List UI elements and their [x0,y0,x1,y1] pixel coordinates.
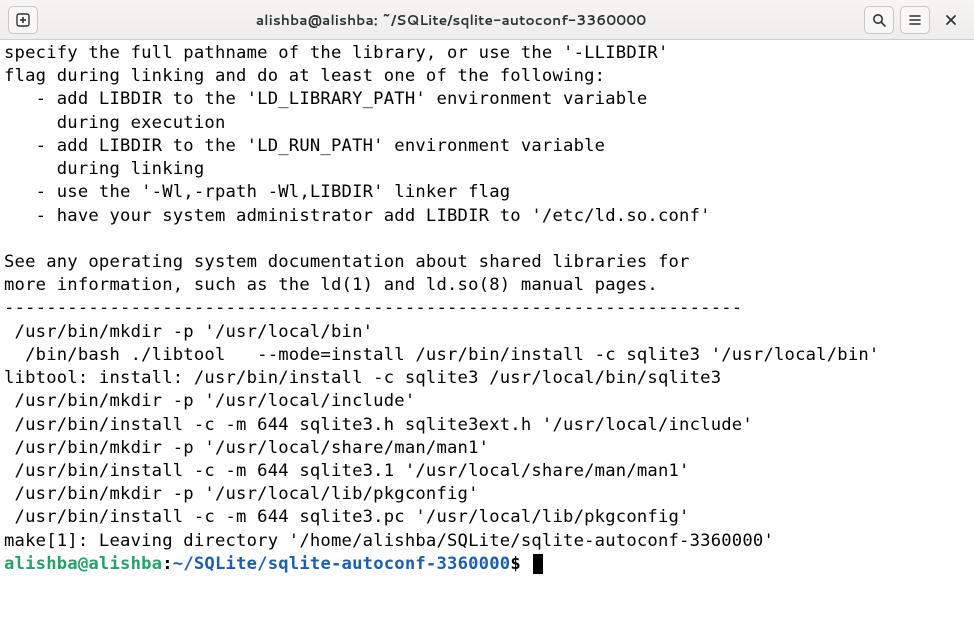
new-tab-button[interactable] [8,6,38,34]
hamburger-icon [907,12,923,28]
close-icon [944,13,958,27]
terminal-line: - use the '-Wl,-rpath -Wl,LIBDIR' linker… [4,182,510,202]
close-button[interactable] [936,6,966,34]
terminal-line: make[1]: Leaving directory '/home/alishb… [4,531,774,551]
terminal-line: See any operating system documentation a… [4,252,690,272]
terminal-line: ----------------------------------------… [4,298,742,318]
terminal-line: libtool: install: /usr/bin/install -c sq… [4,368,721,388]
terminal-line: more information, such as the ld(1) and … [4,275,658,295]
search-icon [871,12,887,28]
new-tab-icon [15,12,31,28]
terminal-line: - add LIBDIR to the 'LD_RUN_PATH' enviro… [4,136,605,156]
terminal-line: /usr/bin/mkdir -p '/usr/local/include' [4,391,415,411]
terminal-line: during execution [4,113,226,133]
search-button[interactable] [864,6,894,34]
terminal-line: /bin/bash ./libtool --mode=install /usr/… [4,345,879,365]
titlebar-right-controls [864,6,966,34]
prompt-user-host: alishba@alishba [4,554,162,574]
terminal-line: specify the full pathname of the library… [4,43,669,63]
terminal-line: /usr/bin/install -c -m 644 sqlite3.pc '/… [4,507,690,527]
terminal-line: - add LIBDIR to the 'LD_LIBRARY_PATH' en… [4,89,647,109]
terminal-line: during linking [4,159,204,179]
terminal-content[interactable]: specify the full pathname of the library… [0,40,974,578]
terminal-line: /usr/bin/install -c -m 644 sqlite3.h sql… [4,415,753,435]
terminal-line: /usr/bin/mkdir -p '/usr/local/lib/pkgcon… [4,484,479,504]
terminal-line: /usr/bin/mkdir -p '/usr/local/bin' [4,322,373,342]
window-titlebar: alishba@alishba: ~/SQLite/sqlite-autocon… [0,0,974,40]
terminal-line: /usr/bin/mkdir -p '/usr/local/share/man/… [4,438,489,458]
prompt-colon: : [162,554,173,574]
menu-button[interactable] [900,6,930,34]
terminal-cursor [533,554,543,574]
terminal-line: /usr/bin/install -c -m 644 sqlite3.1 '/u… [4,461,690,481]
prompt-sigil: $ [510,554,521,574]
terminal-line: flag during linking and do at least one … [4,66,605,86]
window-title: alishba@alishba: ~/SQLite/sqlite-autocon… [44,10,858,30]
terminal-line: - have your system administrator add LIB… [4,206,711,226]
prompt-path: ~/SQLite/sqlite-autoconf-3360000 [173,554,511,574]
